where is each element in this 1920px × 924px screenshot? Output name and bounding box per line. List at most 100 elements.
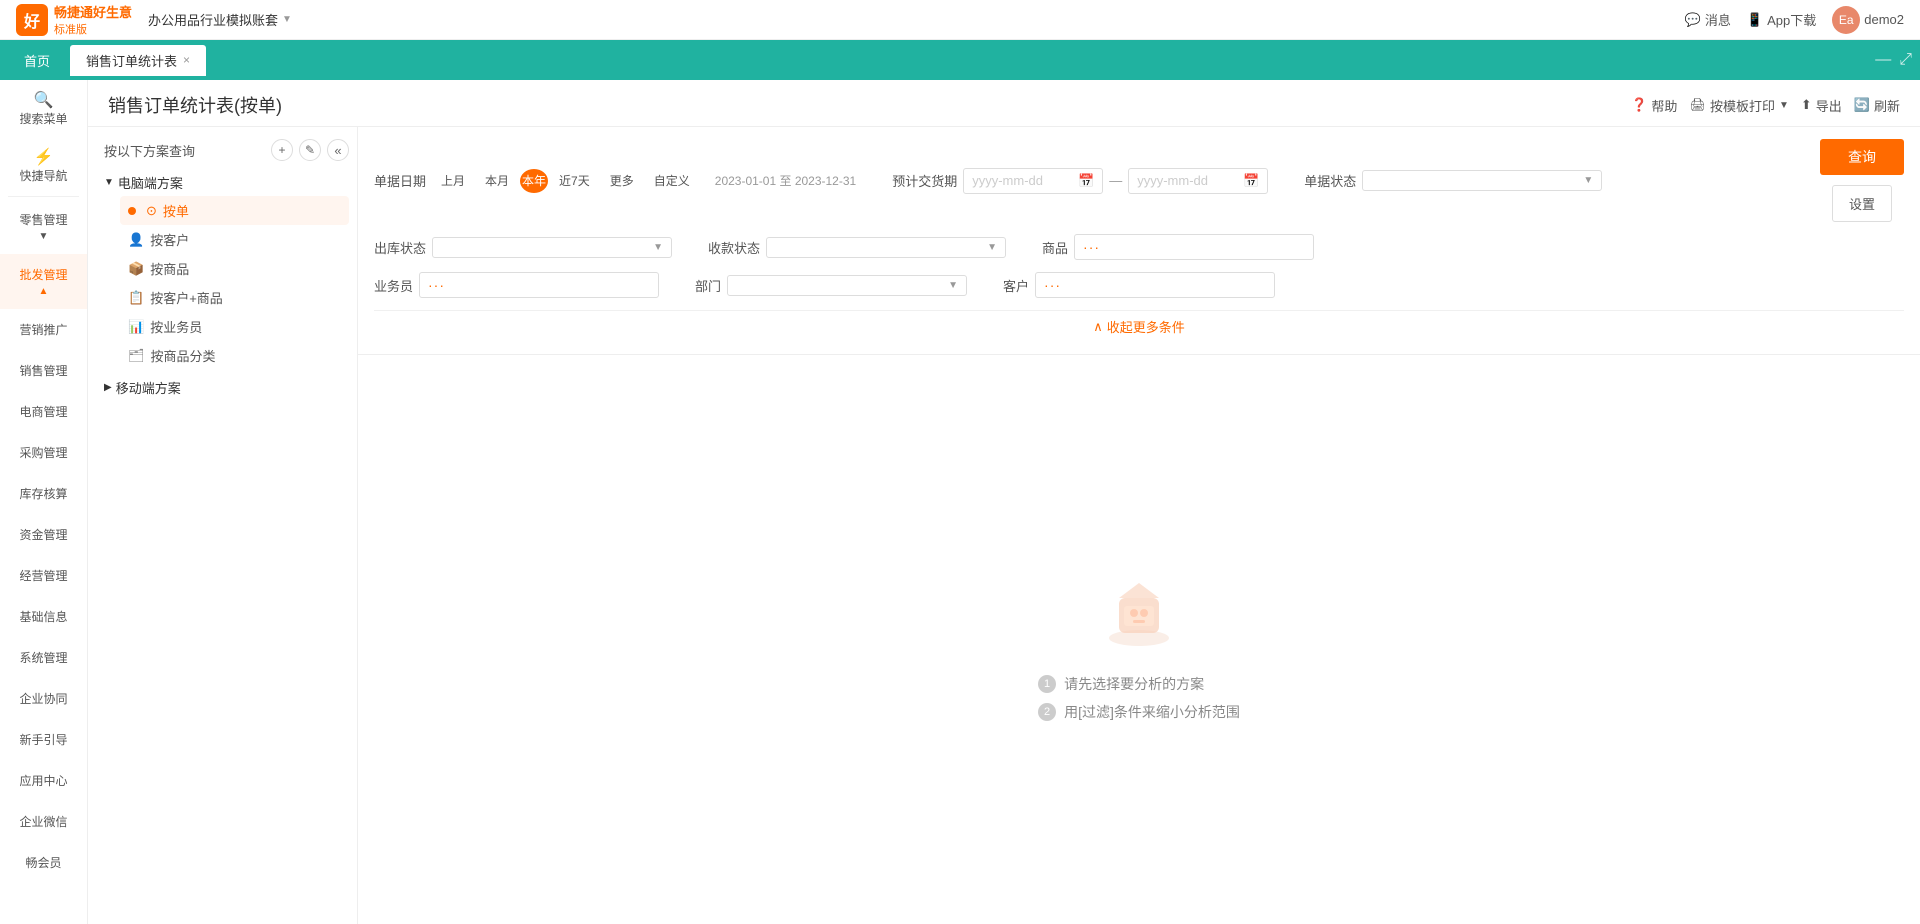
product-select[interactable]: ··· bbox=[1074, 234, 1314, 260]
scheme-item-category[interactable]: 🗂 按商品分类 bbox=[120, 341, 349, 370]
scheme-salesman-label: 按业务员 bbox=[150, 317, 202, 336]
scheme-edit-button[interactable]: ✎ bbox=[299, 139, 321, 161]
tab-home[interactable]: 首页 bbox=[8, 45, 66, 76]
user-menu[interactable]: Ea demo2 bbox=[1832, 6, 1904, 34]
collapse-bar[interactable]: ∧ 收起更多条件 bbox=[374, 310, 1904, 342]
sidebar-item-member[interactable]: 畅会员 bbox=[0, 842, 87, 883]
query-button[interactable]: 查询 bbox=[1820, 139, 1904, 175]
print-button[interactable]: 🖨 按模板打印 ▼ bbox=[1689, 96, 1788, 115]
receive-status-arrow: ▼ bbox=[987, 242, 997, 253]
quick-nav-item[interactable]: ⚡ 快捷导航 bbox=[0, 137, 87, 194]
export-label: 导出 bbox=[1816, 96, 1842, 115]
scheme-product-icon: 📦 bbox=[128, 261, 144, 277]
sidebar-item-finance[interactable]: 资金管理 bbox=[0, 514, 87, 555]
tab-close-icon[interactable]: × bbox=[183, 53, 190, 67]
customer-select[interactable]: ··· bbox=[1035, 272, 1275, 298]
tab-maximize-icon[interactable]: ⤢ bbox=[1899, 51, 1912, 69]
scheme-add-button[interactable]: + bbox=[271, 139, 293, 161]
calendar-icon-1: 📅 bbox=[1078, 173, 1094, 189]
message-label: 消息 bbox=[1705, 10, 1731, 29]
sidebar-item-operations[interactable]: 经营管理 bbox=[0, 555, 87, 596]
out-status-select[interactable]: ▼ bbox=[432, 237, 672, 258]
sidebar-appcenter-label: 应用中心 bbox=[19, 772, 67, 789]
logo-icon: 好 bbox=[16, 4, 48, 36]
sidebar-item-ecommerce[interactable]: 电商管理 bbox=[0, 391, 87, 432]
mobile-group-arrow: ▶ bbox=[104, 382, 112, 393]
sidebar-finance-label: 资金管理 bbox=[19, 526, 67, 543]
export-button[interactable]: ⬆ 导出 bbox=[1801, 96, 1842, 115]
predict-end-placeholder: yyyy-mm-dd bbox=[1137, 173, 1239, 188]
scheme-item-product[interactable]: 📦 按商品 bbox=[120, 254, 349, 283]
date-range-text: 2023-01-01 至 2023-12-31 bbox=[715, 172, 856, 189]
scheme-customer-label: 按客户 bbox=[150, 230, 189, 249]
status-label: 单据状态 bbox=[1304, 171, 1356, 190]
date-tab-thisyear[interactable]: 本年 bbox=[520, 169, 548, 193]
sidebar-basic-label: 基础信息 bbox=[19, 608, 67, 625]
status-select-arrow: ▼ bbox=[1583, 175, 1593, 186]
date-tab-more[interactable]: 更多 bbox=[601, 168, 643, 193]
message-btn[interactable]: 💬 消息 bbox=[1685, 10, 1731, 29]
sidebar-item-system[interactable]: 系统管理 bbox=[0, 637, 87, 678]
empty-hints: 1 请先选择要分析的方案 2 用[过滤]条件来缩小分析范围 bbox=[1038, 674, 1240, 722]
sidebar-item-retail[interactable]: 零售管理 ▼ bbox=[0, 199, 87, 254]
status-select[interactable]: ▼ bbox=[1362, 170, 1602, 191]
scheme-combo-label: 按客户+商品 bbox=[150, 288, 223, 307]
scheme-collapse-button[interactable]: « bbox=[327, 139, 349, 161]
sidebar-wholesale-arrow: ▲ bbox=[39, 286, 49, 297]
predict-date-end[interactable]: yyyy-mm-dd 📅 bbox=[1128, 168, 1268, 194]
sidebar-item-appcenter[interactable]: 应用中心 bbox=[0, 760, 87, 801]
search-menu-item[interactable]: 🔍 搜索菜单 bbox=[0, 80, 87, 137]
help-button[interactable]: ❓ 帮助 bbox=[1631, 96, 1677, 115]
date-dash: — bbox=[1109, 173, 1122, 188]
predict-date-start[interactable]: yyyy-mm-dd 📅 bbox=[963, 168, 1103, 194]
dept-select[interactable]: ▼ bbox=[727, 275, 967, 296]
pc-scheme-group[interactable]: ▼ 电脑端方案 bbox=[104, 169, 349, 196]
sidebar-item-sales[interactable]: 销售管理 bbox=[0, 350, 87, 391]
out-status-label: 出库状态 bbox=[374, 238, 426, 257]
search-menu-label: 搜索菜单 bbox=[4, 110, 83, 127]
date-tab-custom[interactable]: 自定义 bbox=[645, 168, 699, 193]
collapse-icon: ∧ bbox=[1093, 319, 1103, 335]
scheme-item-customer[interactable]: 👤 按客户 bbox=[120, 225, 349, 254]
salesperson-dots[interactable]: ··· bbox=[428, 277, 445, 293]
hint-num-2: 2 bbox=[1038, 703, 1056, 721]
username-label: demo2 bbox=[1864, 12, 1904, 27]
download-icon: 📱 bbox=[1747, 12, 1763, 28]
tab-sales-order[interactable]: 销售订单统计表 × bbox=[70, 45, 206, 76]
sidebar-item-purchase[interactable]: 采购管理 bbox=[0, 432, 87, 473]
tab-minimize-icon[interactable]: — bbox=[1875, 51, 1891, 69]
salesperson-label: 业务员 bbox=[374, 276, 413, 295]
avatar: Ea bbox=[1832, 6, 1860, 34]
date-tab-thismonth[interactable]: 本月 bbox=[476, 168, 518, 193]
mobile-scheme-group[interactable]: ▶ 移动端方案 bbox=[104, 374, 349, 401]
customer-dots[interactable]: ··· bbox=[1044, 277, 1061, 293]
sidebar-item-marketing[interactable]: 营销推广 bbox=[0, 309, 87, 350]
tab-bar-actions: — ⤢ bbox=[1875, 51, 1912, 69]
sidebar-item-collab[interactable]: 企业协同 bbox=[0, 678, 87, 719]
empty-illustration bbox=[1089, 558, 1189, 658]
pc-group-arrow: ▼ bbox=[104, 177, 114, 188]
export-icon: ⬆ bbox=[1801, 97, 1812, 113]
setting-button[interactable]: 设置 bbox=[1832, 185, 1892, 222]
scheme-item-salesman[interactable]: 📊 按业务员 bbox=[120, 312, 349, 341]
hint-num-1: 1 bbox=[1038, 675, 1056, 693]
sidebar-item-newbie[interactable]: 新手引导 bbox=[0, 719, 87, 760]
app-download-btn[interactable]: 📱 App下载 bbox=[1747, 10, 1816, 29]
salesperson-select[interactable]: ··· bbox=[419, 272, 659, 298]
sidebar-item-basic[interactable]: 基础信息 bbox=[0, 596, 87, 637]
product-dots[interactable]: ··· bbox=[1083, 239, 1100, 255]
scheme-item-order[interactable]: ⊙ 按单 bbox=[120, 196, 349, 225]
top-bar-right: 💬 消息 📱 App下载 Ea demo2 bbox=[1685, 6, 1904, 34]
sidebar-newbie-label: 新手引导 bbox=[19, 731, 67, 748]
sidebar-item-inventory[interactable]: 库存核算 bbox=[0, 473, 87, 514]
sidebar-item-wholesale[interactable]: 批发管理 ▲ bbox=[0, 254, 87, 309]
scheme-item-combo[interactable]: 📋 按客户+商品 bbox=[120, 283, 349, 312]
sidebar-item-wechat[interactable]: 企业微信 bbox=[0, 801, 87, 842]
date-tab-7days[interactable]: 近7天 bbox=[550, 168, 599, 193]
receive-status-select[interactable]: ▼ bbox=[766, 237, 1006, 258]
refresh-button[interactable]: 🔄 刷新 bbox=[1854, 96, 1900, 115]
scheme-order-label: 按单 bbox=[163, 201, 189, 220]
company-arrow-icon: ▼ bbox=[282, 14, 292, 25]
date-tab-lastmonth[interactable]: 上月 bbox=[432, 168, 474, 193]
company-selector[interactable]: 办公用品行业模拟账套 ▼ bbox=[148, 10, 292, 29]
